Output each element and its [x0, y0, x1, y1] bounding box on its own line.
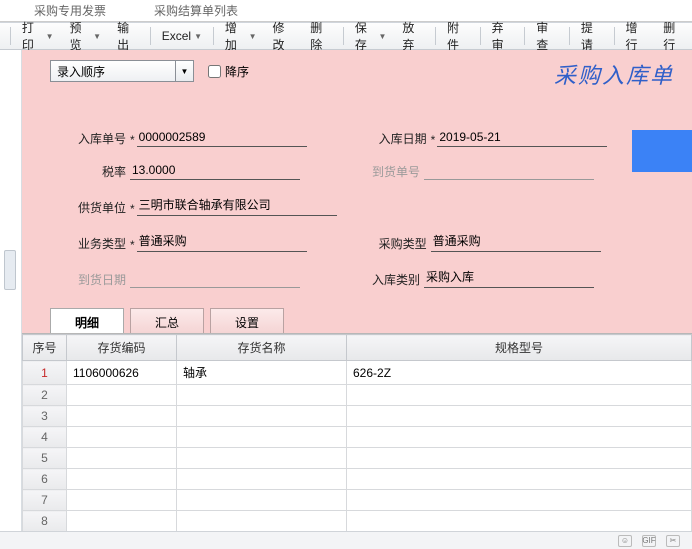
left-rail — [0, 50, 22, 549]
scissors-icon[interactable]: ✂ — [666, 535, 680, 547]
table-row[interactable]: 3 — [23, 406, 692, 427]
table-row[interactable]: 5 — [23, 448, 692, 469]
status-bar: ☺ GIF ✂ — [0, 531, 692, 549]
receipt-date-field[interactable]: 2019-05-21 — [437, 130, 607, 147]
cell-name[interactable] — [177, 469, 347, 490]
detail-tabs: 明细 汇总 设置 — [22, 308, 692, 336]
cell-spec[interactable] — [347, 427, 692, 448]
main-toolbar: 打印▼ 预览▼ 输出 Excel▼ 增加▼ 修改 删除 保存▼ 放弃 附件 弃审… — [0, 22, 692, 50]
cell-name[interactable] — [177, 490, 347, 511]
table-row[interactable]: 11106000626轴承626-2Z — [23, 361, 692, 385]
row-seq: 2 — [23, 385, 67, 406]
row-seq: 4 — [23, 427, 67, 448]
cell-code[interactable] — [67, 427, 177, 448]
cell-name[interactable] — [177, 427, 347, 448]
row-seq: 5 — [23, 448, 67, 469]
arrive-no-label: 到货单号 — [364, 163, 424, 180]
receipt-no-label: 入库单号 — [70, 130, 130, 147]
cell-code[interactable] — [67, 511, 177, 532]
cell-name[interactable] — [177, 511, 347, 532]
cell-spec[interactable] — [347, 511, 692, 532]
cell-spec[interactable] — [347, 406, 692, 427]
col-code[interactable]: 存货编码 — [67, 335, 177, 361]
cell-code[interactable]: 1106000626 — [67, 361, 177, 385]
side-panel[interactable] — [632, 130, 692, 172]
storage-cat-field[interactable]: 采购入库 — [424, 268, 594, 288]
excel-button[interactable]: Excel▼ — [155, 25, 209, 47]
tab-detail[interactable]: 明细 — [50, 308, 124, 336]
col-spec[interactable]: 规格型号 — [347, 335, 692, 361]
tax-label: 税率 — [70, 163, 130, 180]
descending-checkbox-input[interactable] — [208, 65, 221, 78]
required-star: * — [130, 202, 135, 216]
cell-spec[interactable]: 626-2Z — [347, 361, 692, 385]
table-row[interactable]: 2 — [23, 385, 692, 406]
required-star: * — [431, 133, 436, 147]
purchase-type-field[interactable]: 普通采购 — [431, 232, 601, 252]
sort-order-select[interactable] — [50, 60, 176, 82]
cell-code[interactable] — [67, 406, 177, 427]
left-expand-handle[interactable] — [4, 250, 16, 290]
detail-grid: 序号 存货编码 存货名称 规格型号 11106000626轴承626-2Z234… — [22, 334, 692, 531]
biz-type-label: 业务类型 — [70, 235, 130, 252]
cell-spec[interactable] — [347, 448, 692, 469]
biz-type-field[interactable]: 普通采购 — [137, 232, 307, 252]
supplier-field[interactable]: 三明市联合轴承有限公司 — [137, 196, 337, 216]
tax-field[interactable]: 13.0000 — [130, 163, 300, 180]
page-title: 采购入库单 — [554, 58, 674, 90]
cell-code[interactable] — [67, 385, 177, 406]
required-star: * — [130, 238, 135, 252]
storage-cat-label: 入库类别 — [364, 271, 424, 288]
supplier-label: 供货单位 — [70, 199, 130, 216]
cell-name[interactable] — [177, 406, 347, 427]
cell-code[interactable] — [67, 469, 177, 490]
detail-grid-wrap[interactable]: 序号 存货编码 存货名称 规格型号 11106000626轴承626-2Z234… — [22, 333, 692, 531]
cell-name[interactable]: 轴承 — [177, 361, 347, 385]
tab-summary[interactable]: 汇总 — [130, 308, 204, 336]
table-row[interactable]: 8 — [23, 511, 692, 532]
cell-spec[interactable] — [347, 385, 692, 406]
col-name[interactable]: 存货名称 — [177, 335, 347, 361]
dropdown-caret-icon: ▼ — [46, 32, 54, 41]
descending-label: 降序 — [225, 63, 249, 80]
table-row[interactable]: 7 — [23, 490, 692, 511]
dropdown-caret-icon[interactable]: ▼ — [176, 60, 194, 82]
cell-spec[interactable] — [347, 490, 692, 511]
gif-icon[interactable]: GIF — [642, 535, 656, 547]
dropdown-caret-icon: ▼ — [249, 32, 257, 41]
col-seq[interactable]: 序号 — [23, 335, 67, 361]
cell-code[interactable] — [67, 448, 177, 469]
tab-settings[interactable]: 设置 — [210, 308, 284, 336]
emoji-icon[interactable]: ☺ — [618, 535, 632, 547]
cell-code[interactable] — [67, 490, 177, 511]
dropdown-caret-icon: ▼ — [379, 32, 387, 41]
cell-spec[interactable] — [347, 469, 692, 490]
table-row[interactable]: 6 — [23, 469, 692, 490]
receipt-no-field[interactable]: 0000002589 — [137, 130, 307, 147]
dropdown-caret-icon: ▼ — [194, 32, 202, 41]
arrive-date-label: 到货日期 — [70, 271, 130, 288]
descending-checkbox[interactable]: 降序 — [208, 63, 249, 80]
cell-name[interactable] — [177, 385, 347, 406]
row-seq: 7 — [23, 490, 67, 511]
table-row[interactable]: 4 — [23, 427, 692, 448]
row-seq: 3 — [23, 406, 67, 427]
row-seq: 1 — [23, 361, 67, 385]
arrive-date-field[interactable] — [130, 285, 300, 288]
purchase-type-label: 采购类型 — [371, 235, 431, 252]
arrive-no-field[interactable] — [424, 177, 594, 180]
required-star: * — [130, 133, 135, 147]
dropdown-caret-icon: ▼ — [93, 32, 101, 41]
row-seq: 8 — [23, 511, 67, 532]
row-seq: 6 — [23, 469, 67, 490]
receipt-date-label: 入库日期 — [371, 130, 431, 147]
cell-name[interactable] — [177, 448, 347, 469]
